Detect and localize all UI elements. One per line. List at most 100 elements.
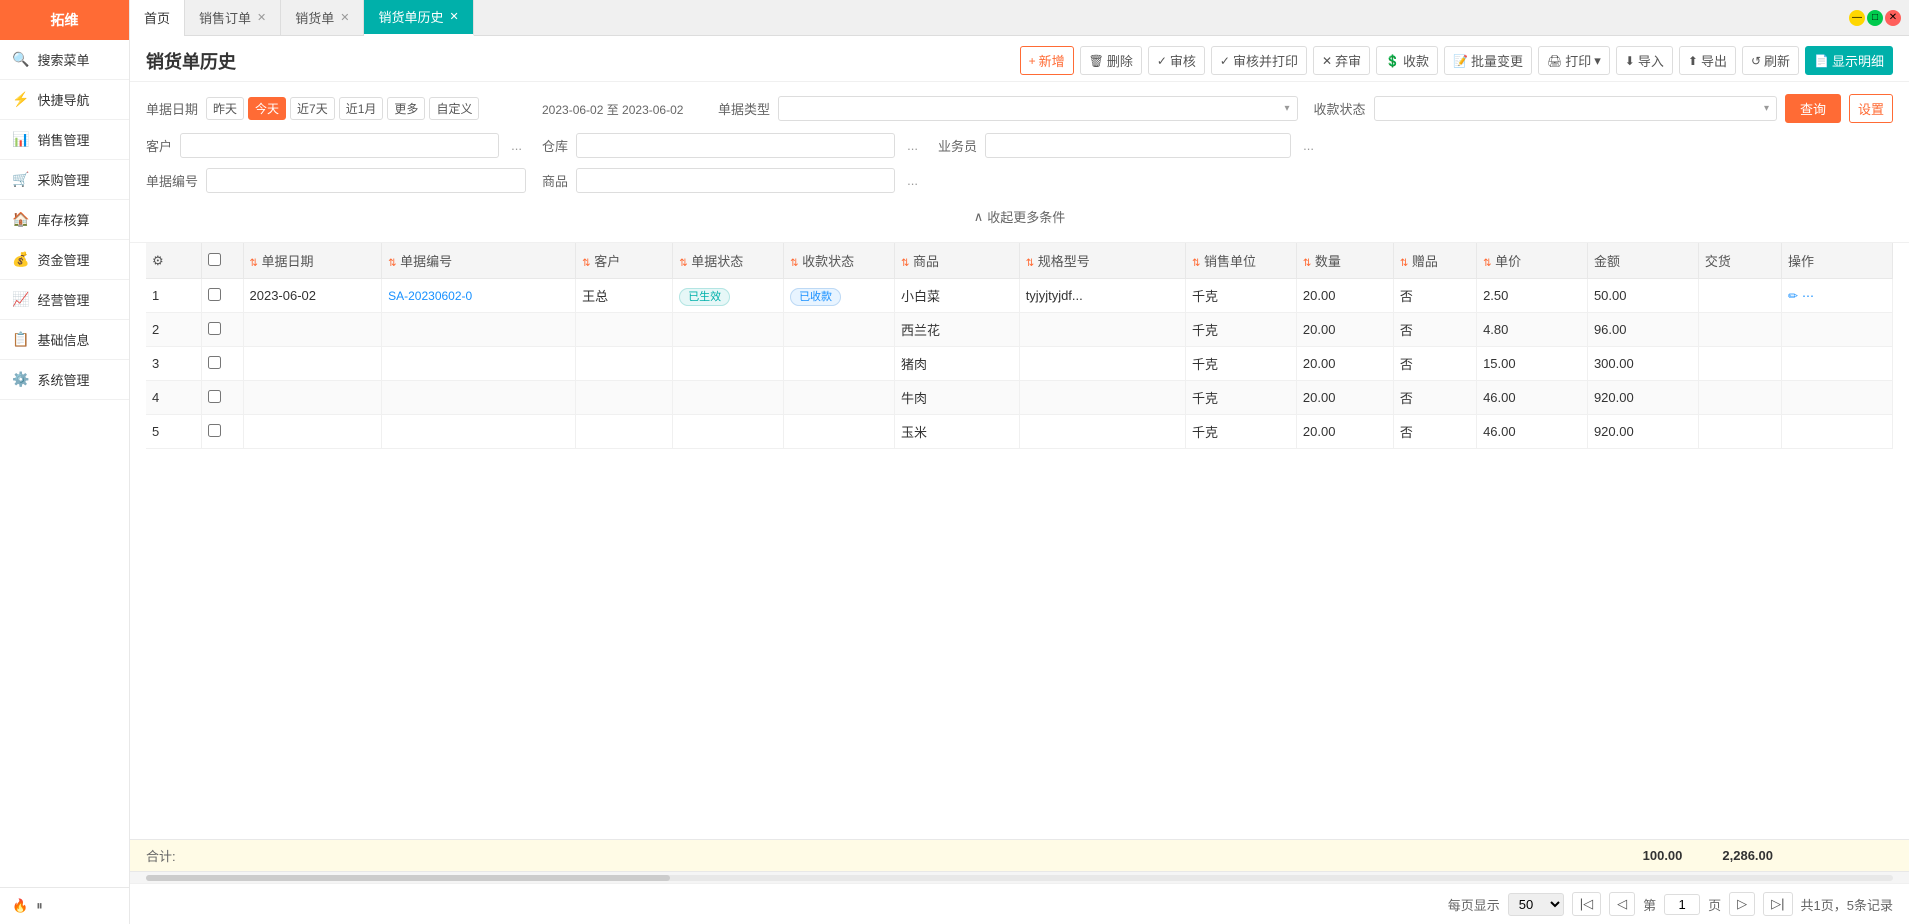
audit-print-button[interactable]: ✓ 审核并打印 (1211, 46, 1307, 75)
doc-status (673, 415, 784, 449)
gift: 否 (1393, 313, 1476, 347)
sidebar-item-quick-nav[interactable]: ⚡ 快捷导航 (0, 80, 129, 120)
last-page-btn[interactable]: ▷| (1763, 892, 1792, 916)
row-checkbox[interactable] (208, 356, 221, 369)
tab-home[interactable]: 首页 (130, 0, 185, 36)
collect-status-select[interactable] (1374, 96, 1777, 121)
date-7days-btn[interactable]: 近7天 (290, 97, 335, 120)
date-custom-btn[interactable]: 自定义 (429, 97, 479, 120)
customer-input[interactable] (180, 133, 499, 158)
settings-button[interactable]: 设置 (1849, 94, 1893, 123)
row-checkbox[interactable] (201, 381, 243, 415)
th-unit-price[interactable]: ⇅ 单价 (1477, 243, 1588, 279)
th-spec[interactable]: ⇅ 规格型号 (1019, 243, 1185, 279)
warehouse-ellipsis-btn[interactable]: ... (903, 136, 922, 155)
refresh-button[interactable]: ↺ 刷新 (1742, 46, 1799, 75)
date-yesterday-btn[interactable]: 昨天 (206, 97, 244, 120)
sidebar-item-ops-mgmt[interactable]: 📈 经营管理 (0, 280, 129, 320)
row-checkbox[interactable] (201, 313, 243, 347)
tab-sales-goods[interactable]: 销货单 ✕ (281, 0, 364, 36)
sidebar-item-inventory[interactable]: 🏠 库存核算 (0, 200, 129, 240)
sidebar-item-base-info[interactable]: 📋 基础信息 (0, 320, 129, 360)
sidebar-fire-icon[interactable]: 🔥 (12, 898, 28, 914)
date-1month-btn[interactable]: 近1月 (339, 97, 384, 120)
sidebar-item-sales-mgmt[interactable]: 📊 销售管理 (0, 120, 129, 160)
doc-no-link[interactable]: SA-20230602-0 (388, 289, 472, 303)
print-button[interactable]: 🖨 打印 ▾ (1538, 46, 1610, 75)
collect-button[interactable]: 💲 收款 (1376, 46, 1438, 75)
sidebar-item-purchase-mgmt[interactable]: 🛒 采购管理 (0, 160, 129, 200)
goods-input[interactable] (576, 168, 895, 193)
th-checkbox[interactable] (201, 243, 243, 279)
export-button[interactable]: ⬆ 导出 (1679, 46, 1736, 75)
th-doc-no[interactable]: ⇅ 单据编号 (382, 243, 576, 279)
doc-no[interactable]: SA-20230602-0 (382, 279, 576, 313)
sort-icon: ⇅ (582, 258, 590, 269)
row-checkbox[interactable] (201, 347, 243, 381)
tab-sales-goods-close[interactable]: ✕ (340, 11, 349, 24)
sidebar-item-finance[interactable]: 💰 资金管理 (0, 240, 129, 280)
show-detail-button[interactable]: 📄 显示明细 (1805, 46, 1893, 75)
query-button[interactable]: 查询 (1785, 94, 1841, 123)
actions[interactable] (1781, 313, 1892, 347)
th-gift[interactable]: ⇅ 赠品 (1393, 243, 1476, 279)
new-button[interactable]: + 新增 (1020, 46, 1074, 75)
customer-ellipsis-btn[interactable]: ... (507, 136, 526, 155)
batch-change-button[interactable]: 📝 批量变更 (1444, 46, 1532, 75)
th-settings[interactable]: ⚙ (146, 243, 201, 279)
minimize-button[interactable]: — (1849, 10, 1865, 26)
close-window-button[interactable]: ✕ (1885, 10, 1901, 26)
more-action[interactable]: ⋯ (1802, 289, 1814, 303)
th-customer[interactable]: ⇅ 客户 (576, 243, 673, 279)
abandon-button[interactable]: ✕ 弃审 (1313, 46, 1370, 75)
th-goods[interactable]: ⇅ 商品 (894, 243, 1019, 279)
maximize-button[interactable]: □ (1867, 10, 1883, 26)
actions[interactable] (1781, 381, 1892, 415)
row-checkbox[interactable] (208, 322, 221, 335)
salesperson-input[interactable] (985, 133, 1291, 158)
sidebar-item-search-menu[interactable]: 🔍 搜索菜单 (0, 40, 129, 80)
delete-button[interactable]: 🗑 删除 (1080, 46, 1142, 75)
date-more-btn[interactable]: 更多 (387, 97, 425, 120)
next-page-btn[interactable]: ▷ (1729, 892, 1755, 916)
tab-sales-order-close[interactable]: ✕ (257, 11, 266, 24)
collapse-conditions-btn[interactable]: ∧ 收起更多条件 (146, 203, 1893, 230)
horizontal-scrollbar[interactable] (130, 871, 1909, 883)
select-all-checkbox[interactable] (208, 253, 221, 266)
audit-button[interactable]: ✓ 审核 (1148, 46, 1205, 75)
th-doc-status[interactable]: ⇅ 单据状态 (673, 243, 784, 279)
goods-ellipsis-btn[interactable]: ... (903, 171, 922, 190)
sidebar-item-label: 搜索菜单 (37, 50, 89, 69)
date-today-btn[interactable]: 今天 (248, 97, 286, 120)
th-collect-status[interactable]: ⇅ 收款状态 (784, 243, 895, 279)
row-checkbox[interactable] (201, 279, 243, 313)
page-input[interactable] (1664, 894, 1700, 915)
scrollbar-thumb[interactable] (146, 875, 670, 881)
sidebar-pause-icon[interactable]: ⏸ (36, 898, 43, 914)
tab-sales-order[interactable]: 销售订单 ✕ (185, 0, 281, 36)
edit-action[interactable]: ✏ (1788, 289, 1798, 303)
row-checkbox[interactable] (208, 390, 221, 403)
warehouse-input[interactable] (576, 133, 895, 158)
import-button[interactable]: ⬇ 导入 (1616, 46, 1673, 75)
th-quantity[interactable]: ⇅ 数量 (1296, 243, 1393, 279)
row-checkbox[interactable] (208, 288, 221, 301)
per-page-select[interactable]: 50 100 200 (1508, 893, 1564, 916)
prev-page-btn[interactable]: ◁ (1609, 892, 1635, 916)
row-checkbox[interactable] (201, 415, 243, 449)
row-checkbox[interactable] (208, 424, 221, 437)
delete-icon: 🗑 (1089, 54, 1104, 68)
sales-icon: 📊 (12, 131, 29, 148)
th-doc-date[interactable]: ⇅ 单据日期 (243, 243, 382, 279)
tab-sales-history-close[interactable]: ✕ (450, 10, 459, 23)
first-page-btn[interactable]: |◁ (1572, 892, 1601, 916)
doc-type-select[interactable] (778, 96, 1297, 121)
actions[interactable] (1781, 415, 1892, 449)
salesperson-ellipsis-btn[interactable]: ... (1299, 136, 1318, 155)
tab-sales-history[interactable]: 销货单历史 ✕ (364, 0, 473, 36)
doc-no-input[interactable] (206, 168, 526, 193)
sidebar-item-sys-mgmt[interactable]: ⚙️ 系统管理 (0, 360, 129, 400)
actions[interactable] (1781, 347, 1892, 381)
th-unit[interactable]: ⇅ 销售单位 (1186, 243, 1297, 279)
actions[interactable]: ✏⋯ (1781, 279, 1892, 313)
